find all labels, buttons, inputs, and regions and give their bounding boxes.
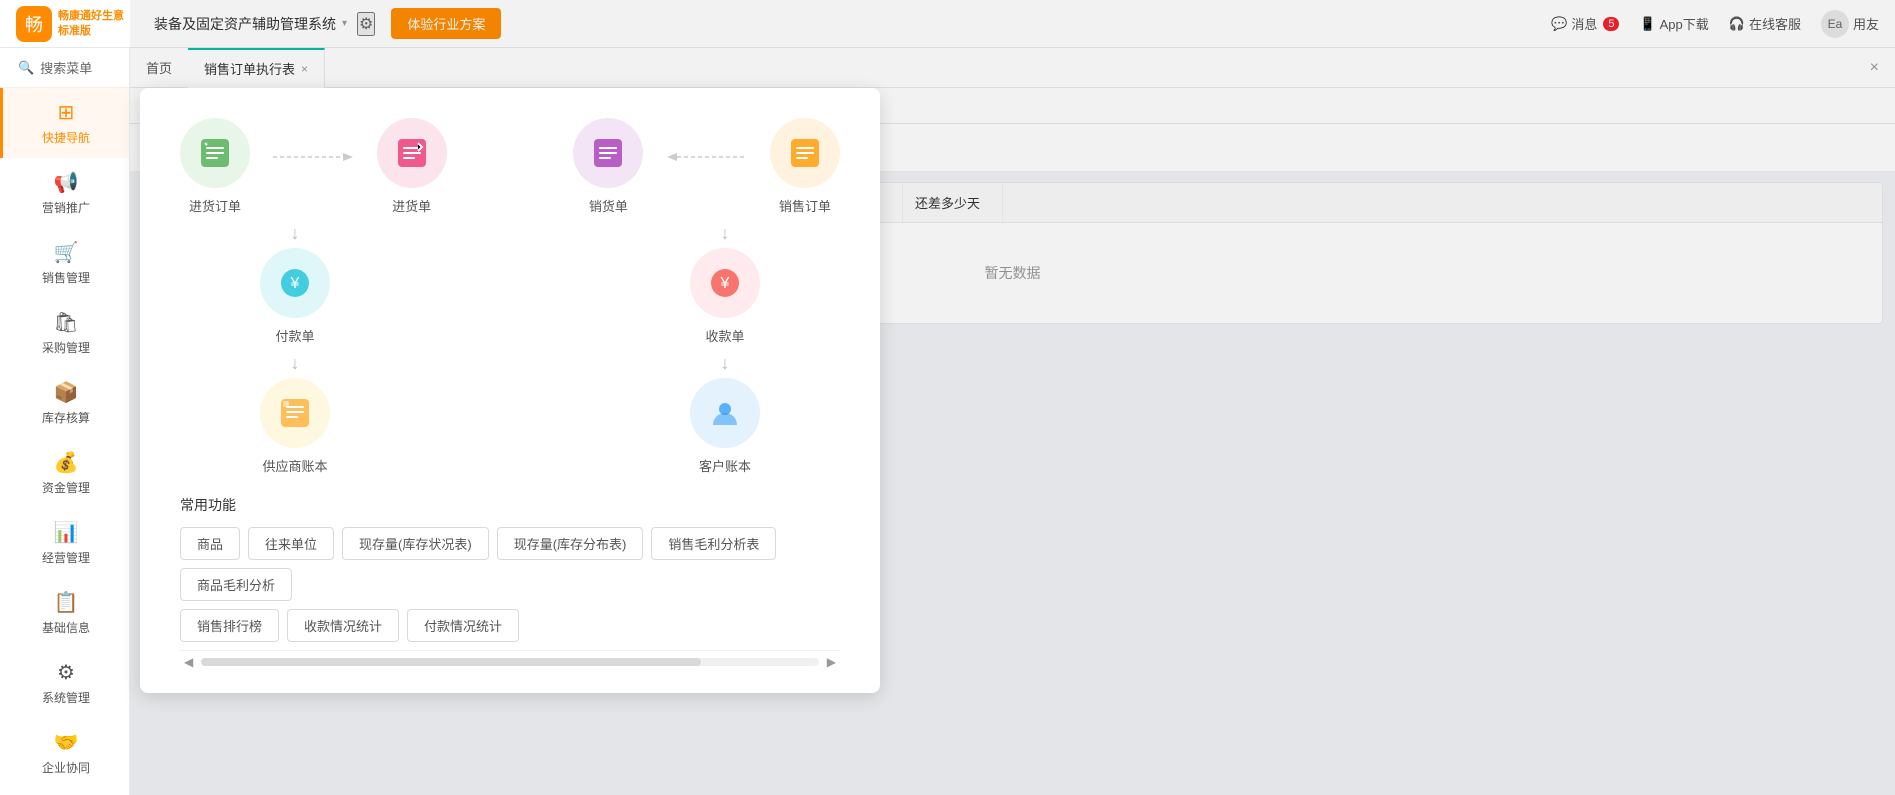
flow-sales-order[interactable]: 销售订单 — [770, 118, 840, 215]
flow-row-2: ↓ ¥ 付款单 ↓ ¥ 收款单 — [180, 223, 840, 345]
flow-receipt[interactable]: ↓ ¥ 收款单 — [690, 223, 760, 345]
down-arrow-customer: ↓ — [721, 353, 730, 374]
flow-purchase-bill[interactable]: 进货单 — [377, 118, 447, 215]
search-menu[interactable]: 🔍 搜索菜单 — [0, 48, 129, 88]
flow-customer-ledger[interactable]: ↓ 客户账本 — [690, 353, 760, 475]
modal-overlay[interactable]: 进货订单 进货单 销货单 — [130, 0, 1895, 795]
func-payment-stats[interactable]: 付款情况统计 — [407, 609, 519, 642]
scroll-left-arrow[interactable]: ◀ — [180, 655, 197, 669]
down-arrow-receipt: ↓ — [721, 223, 730, 244]
func-sales-rank[interactable]: 销售排行榜 — [180, 609, 279, 642]
down-arrow-payment: ↓ — [291, 223, 300, 244]
search-icon: 🔍 — [18, 60, 34, 76]
sidebar-item-system[interactable]: ⚙ 系统管理 — [0, 648, 129, 718]
flow-row-3: ↓ 供应商账本 ↓ 客户账本 — [180, 353, 840, 475]
sidebar-item-purchase[interactable]: 🛍 采购管理 — [0, 298, 129, 368]
scroll-thumb — [201, 658, 701, 666]
sidebar-item-beginner[interactable]: 🎓 新手引导 — [0, 788, 129, 795]
sidebar-item-inventory[interactable]: 📦 库存核算 — [0, 368, 129, 438]
common-title: 常用功能 — [180, 495, 840, 515]
sidebar-item-quick-nav[interactable]: ⊞ 快捷导航 — [0, 88, 129, 158]
func-sales-margin[interactable]: 销售毛利分析表 — [651, 527, 776, 560]
purchase-order-circle — [180, 118, 250, 188]
svg-text:¥: ¥ — [720, 275, 730, 292]
supplier-ledger-circle — [260, 378, 330, 448]
function-btns-row2: 销售排行榜 收款情况统计 付款情况统计 — [180, 609, 840, 642]
func-inventory-status[interactable]: 现存量(库存状况表) — [342, 527, 489, 560]
marketing-icon: 📢 — [54, 170, 79, 195]
receipt-circle: ¥ — [690, 248, 760, 318]
scroll-bar-area: ◀ ▶ — [180, 650, 840, 673]
business-icon: 📊 — [54, 520, 79, 545]
basic-icon: 📋 — [54, 590, 79, 615]
function-btns-row1: 商品 往来单位 现存量(库存状况表) 现存量(库存分布表) 销售毛利分析表 商品… — [180, 527, 840, 601]
sidebar-item-enterprise[interactable]: 🤝 企业协同 — [0, 718, 129, 788]
flow-purchase-order[interactable]: 进货订单 — [180, 118, 250, 215]
sidebar-item-finance[interactable]: 💰 资金管理 — [0, 438, 129, 508]
system-icon: ⚙ — [57, 660, 75, 685]
logo-text: 畅康通好生意 标准版 — [58, 9, 124, 38]
logo-icon: 畅 — [16, 6, 52, 42]
flow-supplier-ledger[interactable]: ↓ 供应商账本 — [260, 353, 330, 475]
sales-icon: 🛒 — [54, 240, 79, 265]
svg-text:¥: ¥ — [290, 275, 300, 292]
customer-ledger-circle — [690, 378, 760, 448]
sidebar-item-business[interactable]: 📊 经营管理 — [0, 508, 129, 578]
common-functions: 常用功能 商品 往来单位 现存量(库存状况表) 现存量(库存分布表) 销售毛利分… — [180, 495, 840, 642]
purchase-bill-circle — [377, 118, 447, 188]
down-arrow-supplier: ↓ — [291, 353, 300, 374]
purchase-icon: 🛍 — [53, 310, 78, 335]
scroll-right-arrow[interactable]: ▶ — [823, 655, 840, 669]
sidebar-item-sales[interactable]: 🛒 销售管理 — [0, 228, 129, 298]
flow-sales-bill[interactable]: 销货单 — [573, 118, 643, 215]
sales-order-circle — [770, 118, 840, 188]
sidebar-item-marketing[interactable]: 📢 营销推广 — [0, 158, 129, 228]
func-receipt-stats[interactable]: 收款情况统计 — [287, 609, 399, 642]
func-inventory-dist[interactable]: 现存量(库存分布表) — [497, 527, 644, 560]
func-partner[interactable]: 往来单位 — [248, 527, 334, 560]
sales-bill-circle — [573, 118, 643, 188]
arrow-purchase-to-bill — [250, 149, 377, 165]
inventory-icon: 📦 — [54, 380, 79, 405]
arrow-sales-order-to-bill — [643, 149, 770, 165]
sidebar-item-basic[interactable]: 📋 基础信息 — [0, 578, 129, 648]
payment-circle: ¥ — [260, 248, 330, 318]
finance-icon: 💰 — [54, 450, 79, 475]
sidebar: 🔍 搜索菜单 ⊞ 快捷导航 📢 营销推广 🛒 销售管理 🛍 采购管理 📦 — [0, 48, 130, 795]
flow-row-1: 进货订单 进货单 销货单 — [180, 118, 840, 215]
flow-payment[interactable]: ↓ ¥ 付款单 — [260, 223, 330, 345]
scroll-track — [201, 658, 819, 666]
logo-area: 畅 畅康通好生意 标准版 — [16, 6, 146, 42]
func-product-margin[interactable]: 商品毛利分析 — [180, 568, 292, 601]
quick-nav-icon: ⊞ — [58, 100, 75, 125]
modal-popup: 进货订单 进货单 销货单 — [140, 88, 880, 693]
enterprise-icon: 🤝 — [54, 730, 79, 755]
func-product[interactable]: 商品 — [180, 527, 240, 560]
